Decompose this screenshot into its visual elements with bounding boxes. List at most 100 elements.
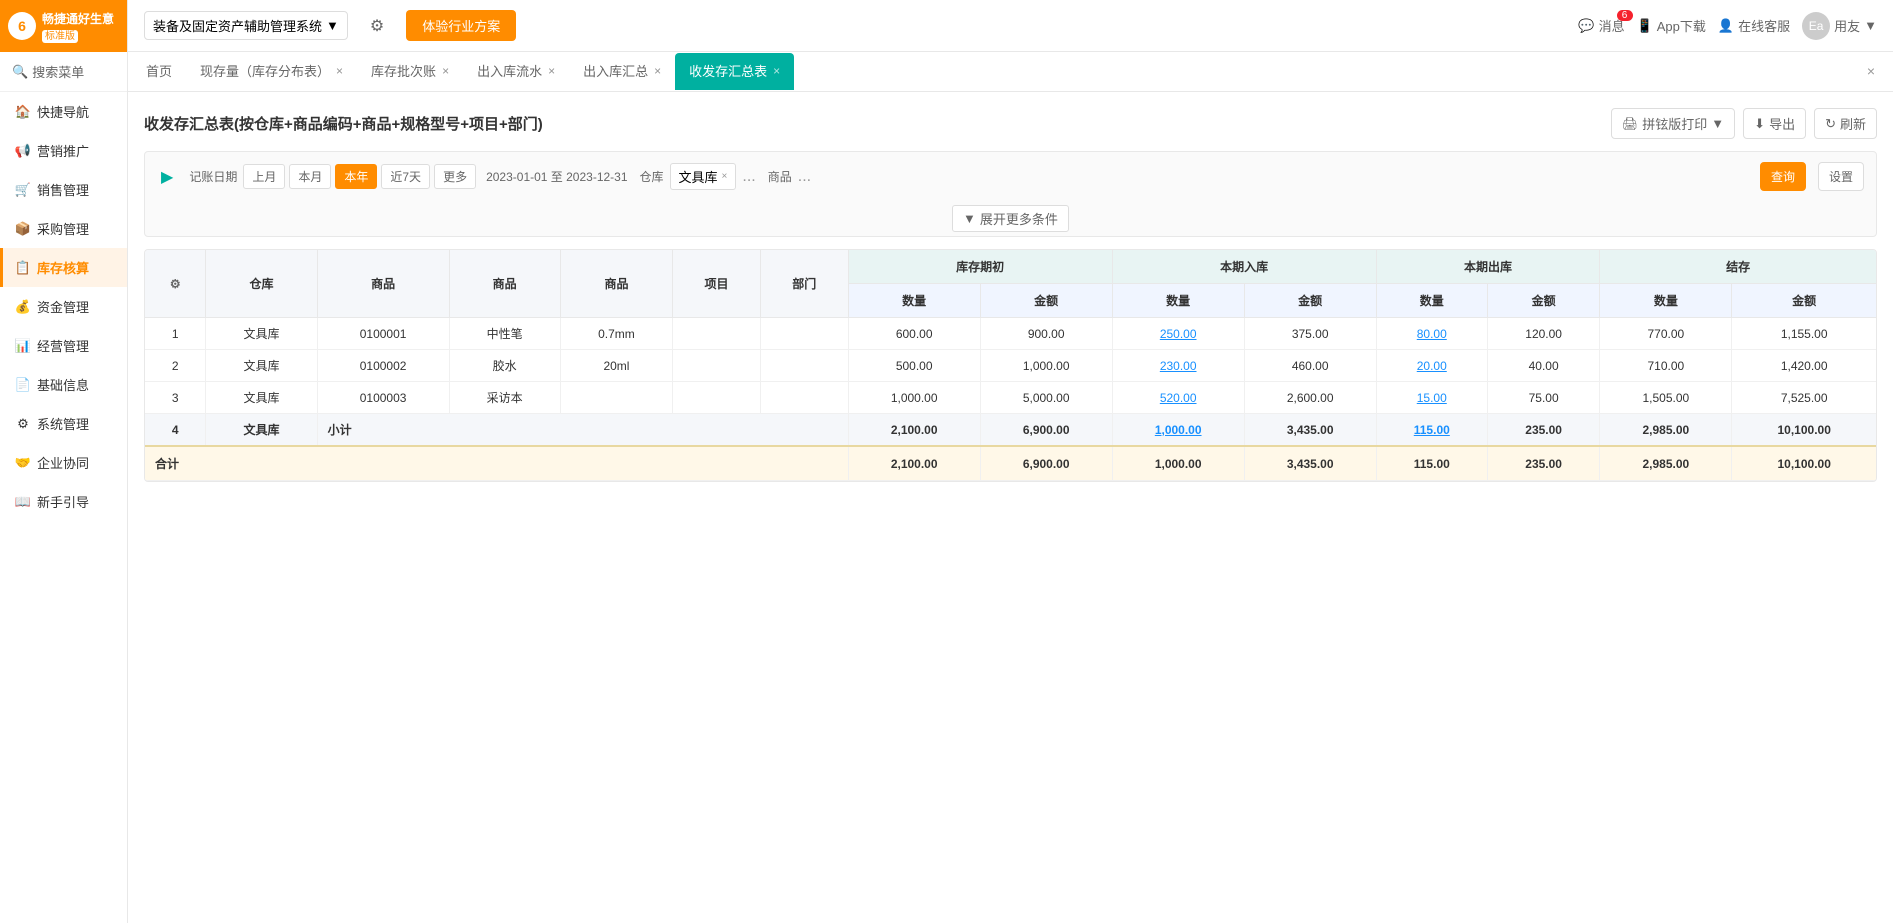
purchase-icon: 📦 xyxy=(15,221,31,237)
marketing-icon: 📢 xyxy=(15,143,31,159)
cell-no: 2 xyxy=(145,350,206,382)
sidebar-item-quick-nav[interactable]: 🏠 快捷导航 xyxy=(0,92,127,131)
more-date-btn[interactable]: 更多 xyxy=(434,164,476,189)
sidebar-item-operations[interactable]: 📊 经营管理 xyxy=(0,326,127,365)
sidebar-item-system[interactable]: ⚙ 系统管理 xyxy=(0,404,127,443)
th-settings[interactable]: ⚙ xyxy=(145,250,206,318)
filter-collapse-btn[interactable]: ▶ xyxy=(157,165,177,189)
goods-more-btn[interactable]: ... xyxy=(798,168,811,186)
warehouse-tag-text: 文具库 xyxy=(679,167,718,186)
cell-dept xyxy=(760,318,848,350)
search-menu-btn[interactable]: 🔍 搜索菜单 xyxy=(0,52,127,92)
tab-close-icon[interactable]: × xyxy=(336,64,343,78)
settings-gear-btn[interactable]: ⚙ xyxy=(360,11,394,41)
chevron-down-icon: ▼ xyxy=(1711,116,1724,131)
sidebar-item-guide[interactable]: 📖 新手引导 xyxy=(0,482,127,521)
this-month-btn[interactable]: 本月 xyxy=(289,164,331,189)
total-row: 合计 2,100.00 6,900.00 1,000.00 3,435.00 1… xyxy=(145,446,1876,481)
user-dropdown-icon: ▼ xyxy=(1864,18,1877,33)
tab-home[interactable]: 首页 xyxy=(132,53,186,90)
cell-code: 0100001 xyxy=(317,318,449,350)
online-service-btn[interactable]: 👤 在线客服 xyxy=(1718,16,1790,35)
th-opening-group: 库存期初 xyxy=(848,250,1112,284)
mobile-icon: 📱 xyxy=(1637,18,1653,34)
cell-bal-qty: 770.00 xyxy=(1600,318,1732,350)
tab-label: 收发存汇总表 xyxy=(689,61,767,80)
export-icon: ⬇ xyxy=(1754,116,1765,132)
table-settings-btn[interactable]: 设置 xyxy=(1818,162,1864,191)
sidebar-item-inventory[interactable]: 📋 库存核算 xyxy=(0,248,127,287)
sidebar-item-sales[interactable]: 🛒 销售管理 xyxy=(0,170,127,209)
cell-open-qty: 500.00 xyxy=(848,350,980,382)
sidebar-logo: 6 畅捷通好生意 标准版 xyxy=(0,0,127,52)
cell-out-qty[interactable]: 80.00 xyxy=(1376,318,1487,350)
system-select[interactable]: 装备及固定资产辅助管理系统 ▼ xyxy=(144,11,348,40)
tab-close-all[interactable]: × xyxy=(1853,55,1889,89)
total-label: 合计 xyxy=(145,446,848,481)
refresh-icon: ↻ xyxy=(1825,116,1836,132)
cell-in-qty[interactable]: 520.00 xyxy=(1112,382,1244,414)
sidebar-item-purchase[interactable]: 📦 采购管理 xyxy=(0,209,127,248)
cell-code: 0100002 xyxy=(317,350,449,382)
app-download-btn[interactable]: 📱 App下载 xyxy=(1637,16,1706,35)
total-bal-amt: 10,100.00 xyxy=(1732,446,1876,481)
sales-icon: 🛒 xyxy=(15,182,31,198)
export-btn[interactable]: ⬇ 导出 xyxy=(1743,108,1806,139)
tab-inout-flow[interactable]: 出入库流水 × xyxy=(463,53,569,90)
date-filter-label: 记账日期 xyxy=(189,168,237,185)
sidebar-item-label: 资金管理 xyxy=(37,297,89,316)
last-month-btn[interactable]: 上月 xyxy=(243,164,285,189)
cell-in-qty[interactable]: 230.00 xyxy=(1112,350,1244,382)
user-menu[interactable]: Ea 用友 ▼ xyxy=(1802,12,1877,40)
cell-name: 中性笔 xyxy=(449,318,560,350)
warehouse-more-btn[interactable]: ... xyxy=(742,168,755,186)
query-btn[interactable]: 查询 xyxy=(1760,162,1806,191)
cell-out-qty[interactable]: 15.00 xyxy=(1376,382,1487,414)
last-7-days-btn[interactable]: 近7天 xyxy=(381,164,430,189)
sidebar-navigation: 🔍 搜索菜单 🏠 快捷导航 📢 营销推广 🛒 销售管理 📦 采购管理 📋 库存核… xyxy=(0,52,127,923)
inventory-icon: 📋 xyxy=(15,260,31,276)
refresh-btn[interactable]: ↻ 刷新 xyxy=(1814,108,1877,139)
total-open-qty: 2,100.00 xyxy=(848,446,980,481)
tab-stock-dist[interactable]: 现存量（库存分布表） × xyxy=(186,53,357,90)
tab-close-icon[interactable]: × xyxy=(442,64,449,78)
table-row: 2 文具库 0100002 胶水 20ml 500.00 1,000.00 23… xyxy=(145,350,1876,382)
sidebar-item-finance[interactable]: 💰 资金管理 xyxy=(0,287,127,326)
total-open-amt: 6,900.00 xyxy=(980,446,1112,481)
expand-conditions-btn[interactable]: ▼ 展开更多条件 xyxy=(952,205,1069,232)
table-header-row-top: ⚙ 仓库 商品 商品 商品 项目 部门 库存期初 本期入库 本期出库 结存 xyxy=(145,250,1876,284)
cell-open-qty: 1,000.00 xyxy=(848,382,980,414)
tab-inout-summary[interactable]: 出入库汇总 × xyxy=(569,53,675,90)
sidebar-item-label: 快捷导航 xyxy=(37,102,89,121)
cell-in-amt: 460.00 xyxy=(1244,350,1376,382)
cell-no: 1 xyxy=(145,318,206,350)
this-year-btn[interactable]: 本年 xyxy=(335,164,377,189)
cell-open-amt: 900.00 xyxy=(980,318,1112,350)
cell-in-qty[interactable]: 250.00 xyxy=(1112,318,1244,350)
subtotal-row: 4 文具库 小计 2,100.00 6,900.00 1,000.00 3,43… xyxy=(145,414,1876,447)
cell-out-qty[interactable]: 20.00 xyxy=(1376,350,1487,382)
subtotal-in-qty[interactable]: 1,000.00 xyxy=(1112,414,1244,447)
tab-batch-ledger[interactable]: 库存批次账 × xyxy=(357,53,463,90)
cell-dept xyxy=(760,382,848,414)
sidebar-item-marketing[interactable]: 📢 营销推广 xyxy=(0,131,127,170)
topbar: 装备及固定资产辅助管理系统 ▼ ⚙ 体验行业方案 💬 消息 6 📱 App下载 … xyxy=(128,0,1893,52)
message-btn[interactable]: 💬 消息 6 xyxy=(1578,16,1624,35)
tab-label: 库存批次账 xyxy=(371,61,436,80)
trial-btn[interactable]: 体验行业方案 xyxy=(406,10,516,41)
page-header-actions: 🖨 拼铉版打印 ▼ ⬇ 导出 ↻ 刷新 xyxy=(1611,108,1877,139)
subtotal-out-qty[interactable]: 115.00 xyxy=(1376,414,1487,447)
tab-close-icon[interactable]: × xyxy=(773,64,780,78)
sidebar-item-enterprise[interactable]: 🤝 企业协同 xyxy=(0,443,127,482)
th-open-amt: 金额 xyxy=(980,284,1112,318)
cell-out-amt: 120.00 xyxy=(1487,318,1599,350)
cell-open-qty: 600.00 xyxy=(848,318,980,350)
tab-close-icon[interactable]: × xyxy=(654,64,661,78)
cell-bal-qty: 1,505.00 xyxy=(1600,382,1732,414)
sidebar-item-basic-info[interactable]: 📄 基础信息 xyxy=(0,365,127,404)
warehouse-tag-close[interactable]: × xyxy=(722,171,728,182)
online-service-label: 在线客服 xyxy=(1738,16,1790,35)
tab-receipt-summary[interactable]: 收发存汇总表 × xyxy=(675,53,794,90)
tab-close-icon[interactable]: × xyxy=(548,64,555,78)
print-btn[interactable]: 🖨 拼铉版打印 ▼ xyxy=(1611,108,1735,139)
